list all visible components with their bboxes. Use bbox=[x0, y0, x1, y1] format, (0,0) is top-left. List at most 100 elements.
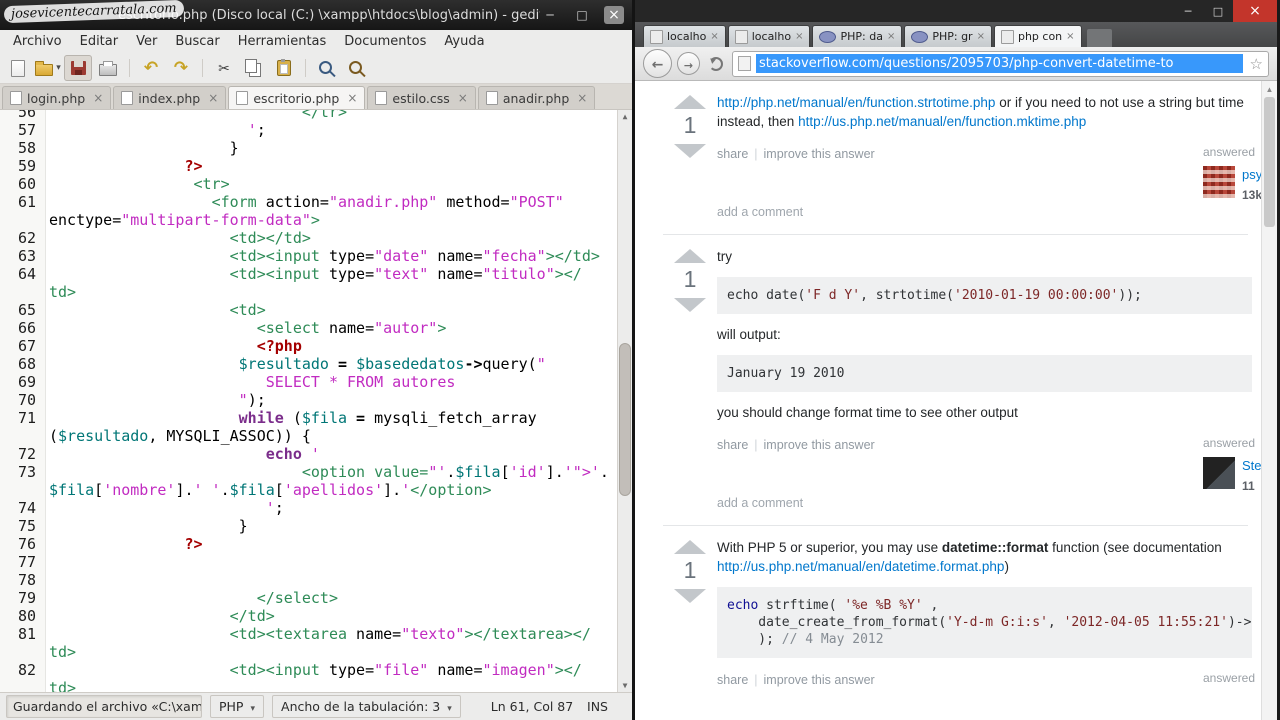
browser-tab[interactable]: localho bbox=[643, 25, 726, 47]
share-link[interactable]: share bbox=[717, 438, 748, 452]
menu-ver[interactable]: Ver bbox=[127, 31, 166, 52]
line-number: 62 bbox=[0, 229, 46, 247]
code-line: 75 } bbox=[0, 517, 632, 535]
browser-tab[interactable]: PHP: da bbox=[812, 25, 903, 47]
browser-tab[interactable]: php con bbox=[993, 25, 1082, 47]
code-token: name= bbox=[428, 661, 483, 679]
tab-close-icon[interactable] bbox=[458, 91, 468, 105]
downvote-button[interactable] bbox=[674, 589, 706, 604]
gedit-titlebar[interactable]: josevicentecarratala.com escritorio.php … bbox=[0, 0, 632, 30]
editor-tab-login.php[interactable]: login.php bbox=[2, 86, 112, 109]
share-link[interactable]: share bbox=[717, 673, 748, 687]
downvote-button[interactable] bbox=[674, 144, 706, 158]
menu-editar[interactable]: Editar bbox=[71, 31, 128, 52]
menu-buscar[interactable]: Buscar bbox=[166, 31, 228, 52]
code-token: <td></td> bbox=[229, 229, 311, 247]
maximize-icon[interactable] bbox=[1203, 0, 1233, 22]
share-link[interactable]: share bbox=[717, 147, 748, 161]
language-selector[interactable]: PHP bbox=[210, 695, 265, 718]
tab-close-icon[interactable] bbox=[1066, 31, 1074, 42]
downvote-button[interactable] bbox=[674, 298, 706, 313]
page-scrollbar[interactable] bbox=[1261, 81, 1277, 720]
menu-herramientas[interactable]: Herramientas bbox=[229, 31, 336, 52]
find-replace-button[interactable] bbox=[343, 55, 371, 81]
link[interactable]: http://us.php.net/manual/en/function.mkt… bbox=[798, 114, 1086, 129]
address-bar[interactable]: stackoverflow.com/questions/2095703/php-… bbox=[732, 50, 1269, 77]
print-button[interactable] bbox=[94, 55, 122, 81]
find-button[interactable] bbox=[313, 55, 341, 81]
editor-tab-estilo.css[interactable]: estilo.css bbox=[367, 86, 476, 109]
improve-link[interactable]: improve this answer bbox=[764, 147, 875, 161]
menu-archivo[interactable]: Archivo bbox=[4, 31, 71, 52]
bookmark-star-icon[interactable] bbox=[1250, 54, 1263, 73]
improve-link[interactable]: improve this answer bbox=[764, 438, 875, 452]
upvote-button[interactable] bbox=[674, 95, 706, 109]
code-token: <td><input bbox=[229, 661, 320, 679]
user-name[interactable]: Ste bbox=[1242, 457, 1262, 475]
link[interactable]: http://us.php.net/manual/en/datetime.for… bbox=[717, 559, 1004, 574]
paste-button[interactable] bbox=[270, 55, 298, 81]
close-icon[interactable] bbox=[1233, 0, 1277, 22]
save-document-button[interactable] bbox=[64, 55, 92, 81]
new-tab-button[interactable] bbox=[1086, 29, 1112, 47]
copy-button[interactable] bbox=[240, 55, 268, 81]
code-line: 68 $resultado = $basededatos->query(" bbox=[0, 355, 632, 373]
editor-scrollbar[interactable] bbox=[617, 110, 632, 692]
scrollbar-thumb[interactable] bbox=[1264, 97, 1275, 227]
maximize-icon[interactable] bbox=[572, 6, 592, 24]
add-comment-link[interactable]: add a comment bbox=[717, 204, 1252, 222]
undo-button[interactable] bbox=[137, 55, 165, 81]
close-icon[interactable] bbox=[604, 6, 624, 24]
tab-close-icon[interactable] bbox=[977, 31, 985, 42]
browser-titlebar[interactable] bbox=[635, 0, 1277, 22]
scroll-up-icon[interactable] bbox=[1262, 81, 1277, 95]
scroll-up-icon[interactable] bbox=[618, 110, 632, 123]
tab-close-icon[interactable] bbox=[93, 91, 103, 105]
code-token: 'Y-d-m G:i:s' bbox=[946, 615, 1048, 631]
scrollbar-thumb[interactable] bbox=[619, 342, 631, 497]
editor-tab-anadir.php[interactable]: anadir.php bbox=[477, 86, 596, 109]
tab-close-icon[interactable] bbox=[208, 91, 218, 105]
editor-tab-index.php[interactable]: index.php bbox=[113, 86, 227, 109]
improve-link[interactable]: improve this answer bbox=[764, 673, 875, 687]
tab-close-icon[interactable] bbox=[577, 91, 587, 105]
refresh-button[interactable] bbox=[705, 53, 727, 75]
minimize-icon[interactable] bbox=[540, 6, 560, 24]
upvote-button[interactable] bbox=[674, 249, 706, 264]
browser-tab[interactable]: PHP: gr bbox=[904, 25, 992, 47]
user-name[interactable]: psy bbox=[1242, 166, 1262, 184]
new-document-button[interactable] bbox=[4, 55, 32, 81]
line-number: 59 bbox=[0, 157, 46, 175]
forward-button[interactable] bbox=[677, 52, 700, 75]
code-editor[interactable]: 56 </tr> 57 '; 58 } 59 ?> 60 <tr> 61 <form ac… bbox=[0, 110, 632, 692]
tab-close-icon[interactable] bbox=[887, 31, 895, 42]
scroll-down-icon[interactable] bbox=[618, 679, 632, 692]
user-rep: 13k bbox=[1242, 187, 1263, 202]
url-text-selected[interactable]: stackoverflow.com/questions/2095703/php-… bbox=[756, 54, 1243, 73]
answer-text: you should change format time to see oth… bbox=[717, 404, 1252, 423]
tab-close-icon[interactable] bbox=[347, 91, 357, 105]
upvote-button[interactable] bbox=[674, 540, 706, 555]
back-button[interactable] bbox=[643, 49, 672, 78]
tab-close-icon[interactable] bbox=[710, 31, 718, 42]
code-text: $resultado = $basededatos->query(" bbox=[46, 355, 546, 373]
code-block: echo date('F d Y', strtotime('2010-01-19… bbox=[717, 277, 1252, 315]
link[interactable]: http://php.net/manual/en/function.strtot… bbox=[717, 95, 995, 110]
line-number: 68 bbox=[0, 355, 46, 373]
user-avatar[interactable] bbox=[1203, 456, 1235, 489]
open-document-button[interactable] bbox=[34, 55, 62, 81]
browser-tab[interactable]: localho bbox=[727, 25, 811, 47]
minimize-icon[interactable] bbox=[1173, 0, 1203, 22]
redo-button[interactable] bbox=[167, 55, 195, 81]
code-token: , strtotime( bbox=[860, 288, 954, 304]
cut-button[interactable] bbox=[210, 55, 238, 81]
tab-close-icon[interactable] bbox=[795, 31, 803, 42]
editor-tab-escritorio.php[interactable]: escritorio.php bbox=[228, 86, 366, 109]
add-comment-link[interactable]: add a comment bbox=[717, 495, 1252, 513]
code-token: ' bbox=[265, 499, 275, 517]
user-avatar[interactable] bbox=[1203, 165, 1235, 198]
tab-width-selector[interactable]: Ancho de la tabulación: 3 bbox=[272, 695, 461, 718]
menu-ayuda[interactable]: Ayuda bbox=[435, 31, 493, 52]
menu-documentos[interactable]: Documentos bbox=[335, 31, 435, 52]
code-token: = bbox=[347, 409, 375, 427]
